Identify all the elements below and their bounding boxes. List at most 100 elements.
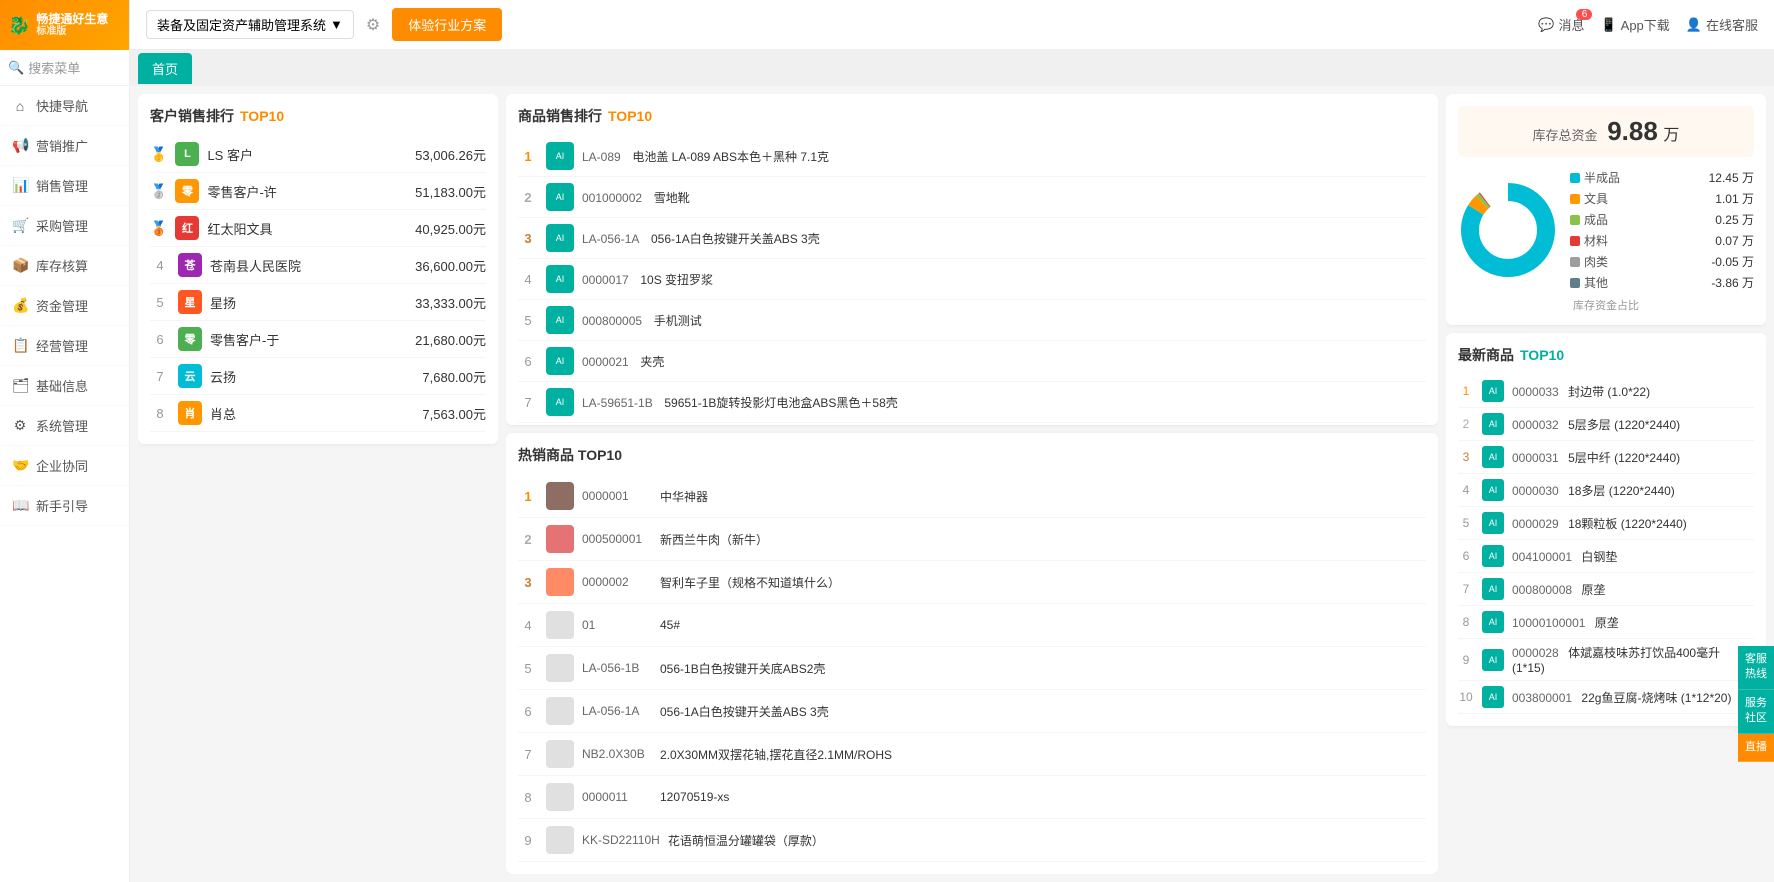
sidebar-item-yingxiao[interactable]: 📢 营销推广 bbox=[0, 126, 129, 166]
sidebar-item-jichu[interactable]: 🗂 基础信息 bbox=[0, 366, 129, 406]
new-product-item: 10 AI 003800001 22g鱼豆腐-烧烤味 (1*12*20) bbox=[1458, 681, 1754, 714]
message-button[interactable]: 💬 消息 6 bbox=[1538, 15, 1584, 34]
product-code: 004100001 bbox=[1512, 550, 1572, 564]
legend-name: 其他 bbox=[1570, 274, 1711, 291]
dropdown-arrow-icon: ▼ bbox=[330, 17, 343, 32]
product-info: 0000017 10S 变扭罗浆 bbox=[582, 271, 1426, 288]
content-area: 客户销售排行 TOP10 🥇 L LS 客户 53,006.26元 🥈 零 零售… bbox=[130, 86, 1774, 882]
float-live[interactable]: 直播 bbox=[1738, 734, 1774, 762]
product-thumb: AI bbox=[1482, 611, 1504, 633]
product-code: LA-056-1A bbox=[582, 704, 652, 718]
product-info: 0000029 18颗粒板 (1220*2440) bbox=[1512, 515, 1754, 532]
legend-dot bbox=[1570, 257, 1580, 267]
cart-icon: 🛒 bbox=[12, 217, 28, 234]
hot-product-info: NB2.0X30B 2.0X30MM双摆花轴,摆花直径2.1MM/ROHS bbox=[582, 746, 1426, 763]
megaphone-icon: 📢 bbox=[12, 137, 28, 154]
right-panel: 库存总资金 9.88 万 bbox=[1446, 94, 1766, 874]
new-product-item: 4 AI 0000030 18多层 (1220*2440) bbox=[1458, 474, 1754, 507]
product-info: 0000032 5层多层 (1220*2440) bbox=[1512, 416, 1754, 433]
hot-product-item: 5 LA-056-1B 056-1B白色按键开关底ABS2壳 bbox=[518, 647, 1426, 690]
product-thumb: AI bbox=[546, 224, 574, 252]
product-thumb bbox=[546, 568, 574, 596]
product-name: 中华神器 bbox=[660, 488, 708, 505]
product-name: 18颗粒板 (1220*2440) bbox=[1568, 517, 1687, 531]
product-name: 花语萌恒温分罐罐袋（厚款） bbox=[668, 832, 824, 849]
product-code: 0000002 bbox=[582, 575, 652, 589]
sidebar-item-kuaijie[interactable]: ⌂ 快捷导航 bbox=[0, 86, 129, 126]
rank-number: 2 bbox=[518, 190, 538, 205]
product-name: 新西兰牛肉（新牛） bbox=[660, 531, 768, 548]
new-product-item: 6 AI 004100001 白钢垫 bbox=[1458, 540, 1754, 573]
hot-product-item: 4 01 45# bbox=[518, 604, 1426, 647]
product-code: NB2.0X30B bbox=[582, 747, 652, 761]
sidebar-item-caigou[interactable]: 🛒 采购管理 bbox=[0, 206, 129, 246]
hot-product-info: 0000011 12070519-xs bbox=[582, 790, 1426, 804]
rank-number: 3 bbox=[1458, 450, 1474, 464]
avatar: 苍 bbox=[178, 253, 202, 277]
product-info: 0000030 18多层 (1220*2440) bbox=[1512, 482, 1754, 499]
medal-icon: 🥇 bbox=[150, 146, 167, 163]
gear-icon: ⚙ bbox=[12, 417, 28, 434]
sidebar-item-qiye[interactable]: 🤝 企业协同 bbox=[0, 446, 129, 486]
rank-item: 7 云 云扬 7,680.00元 bbox=[150, 358, 486, 395]
product-thumb: AI bbox=[546, 265, 574, 293]
rank-number: 7 bbox=[1458, 582, 1474, 596]
customer-name: 红太阳文具 bbox=[207, 219, 407, 238]
middle-panel: 商品销售排行 TOP10 1 AI LA-089 电池盖 LA-089 ABS本… bbox=[506, 94, 1438, 874]
message-badge: 6 bbox=[1576, 9, 1592, 20]
rank-number: 7 bbox=[150, 369, 170, 384]
service-icon: 👤 bbox=[1686, 17, 1702, 33]
sidebar-item-label: 资金管理 bbox=[36, 296, 88, 315]
tab-home[interactable]: 首页 bbox=[138, 53, 192, 84]
sidebar-item-xinshou[interactable]: 📖 新手引导 bbox=[0, 486, 129, 526]
sidebar-item-xiaoshou[interactable]: 📊 销售管理 bbox=[0, 166, 129, 206]
avatar: L bbox=[175, 142, 199, 166]
hot-product-info: LA-056-1B 056-1B白色按键开关底ABS2壳 bbox=[582, 660, 1426, 677]
product-thumb: AI bbox=[546, 388, 574, 416]
product-code: 000800005 bbox=[582, 314, 642, 328]
customer-amount: 36,600.00元 bbox=[415, 256, 486, 275]
product-code: 0000031 bbox=[1512, 451, 1559, 465]
settings-icon[interactable]: ⚙ bbox=[366, 15, 380, 35]
clipboard-icon: 📋 bbox=[12, 337, 28, 354]
float-customer-service[interactable]: 客服热线 bbox=[1738, 646, 1774, 690]
product-thumb: AI bbox=[546, 142, 574, 170]
system-name-dropdown[interactable]: 装备及固定资产辅助管理系统 ▼ bbox=[146, 10, 354, 39]
app-download-button[interactable]: 📱 App下载 bbox=[1600, 15, 1669, 34]
sidebar-item-xitong[interactable]: ⚙ 系统管理 bbox=[0, 406, 129, 446]
avatar: 红 bbox=[175, 216, 199, 240]
product-name: 5层中纤 (1220*2440) bbox=[1568, 451, 1680, 465]
sidebar-item-kucun[interactable]: 📦 库存核算 bbox=[0, 246, 129, 286]
product-code: 0000021 bbox=[582, 355, 629, 369]
product-code: 000800008 bbox=[1512, 583, 1572, 597]
online-service-button[interactable]: 👤 在线客服 bbox=[1686, 15, 1758, 34]
trial-button[interactable]: 体验行业方案 bbox=[392, 8, 502, 41]
product-name: 12070519-xs bbox=[660, 790, 729, 804]
product-code: 0000028 bbox=[1512, 646, 1559, 660]
topbar-right: 💬 消息 6 📱 App下载 👤 在线客服 bbox=[1538, 15, 1758, 34]
product-name: 22g鱼豆腐-烧烤味 (1*12*20) bbox=[1581, 691, 1731, 705]
hot-product-list: 1 0000001 中华神器 2 000500001 新西兰牛肉（新牛） 3 0… bbox=[518, 475, 1426, 862]
search-menu[interactable]: 🔍 搜索菜单 bbox=[0, 50, 129, 86]
rank-number: 9 bbox=[518, 833, 538, 848]
sidebar-item-zijin[interactable]: 💰 资金管理 bbox=[0, 286, 129, 326]
sidebar-item-label: 企业协同 bbox=[36, 456, 88, 475]
product-info: 0000031 5层中纤 (1220*2440) bbox=[1512, 449, 1754, 466]
product-info: 000800008 原垄 bbox=[1512, 581, 1754, 598]
hot-products-card: 热销商品 TOP10 1 0000001 中华神器 2 000500001 新西… bbox=[506, 433, 1438, 874]
float-service-community[interactable]: 服务社区 bbox=[1738, 690, 1774, 734]
rank-number: 6 bbox=[150, 332, 170, 347]
product-info: 003800001 22g鱼豆腐-烧烤味 (1*12*20) bbox=[1512, 689, 1754, 706]
product-thumb: AI bbox=[546, 306, 574, 334]
legend-dot bbox=[1570, 236, 1580, 246]
product-code: 0000030 bbox=[1512, 484, 1559, 498]
product-code: 0000011 bbox=[582, 790, 652, 804]
customer-name: 肖总 bbox=[210, 404, 414, 423]
product-ranking-card: 商品销售排行 TOP10 1 AI LA-089 电池盖 LA-089 ABS本… bbox=[506, 94, 1438, 425]
rank-number: 3 bbox=[518, 575, 538, 590]
rank-number: 2 bbox=[1458, 417, 1474, 431]
product-info: 0000021 夹壳 bbox=[582, 353, 1426, 370]
product-rank-item: 7 AI LA-59651-1B 59651-1B旋转投影灯电池盒ABS黑色＋5… bbox=[518, 382, 1426, 423]
hot-product-item: 6 LA-056-1A 056-1A白色按键开关盖ABS 3壳 bbox=[518, 690, 1426, 733]
sidebar-item-jingying[interactable]: 📋 经营管理 bbox=[0, 326, 129, 366]
